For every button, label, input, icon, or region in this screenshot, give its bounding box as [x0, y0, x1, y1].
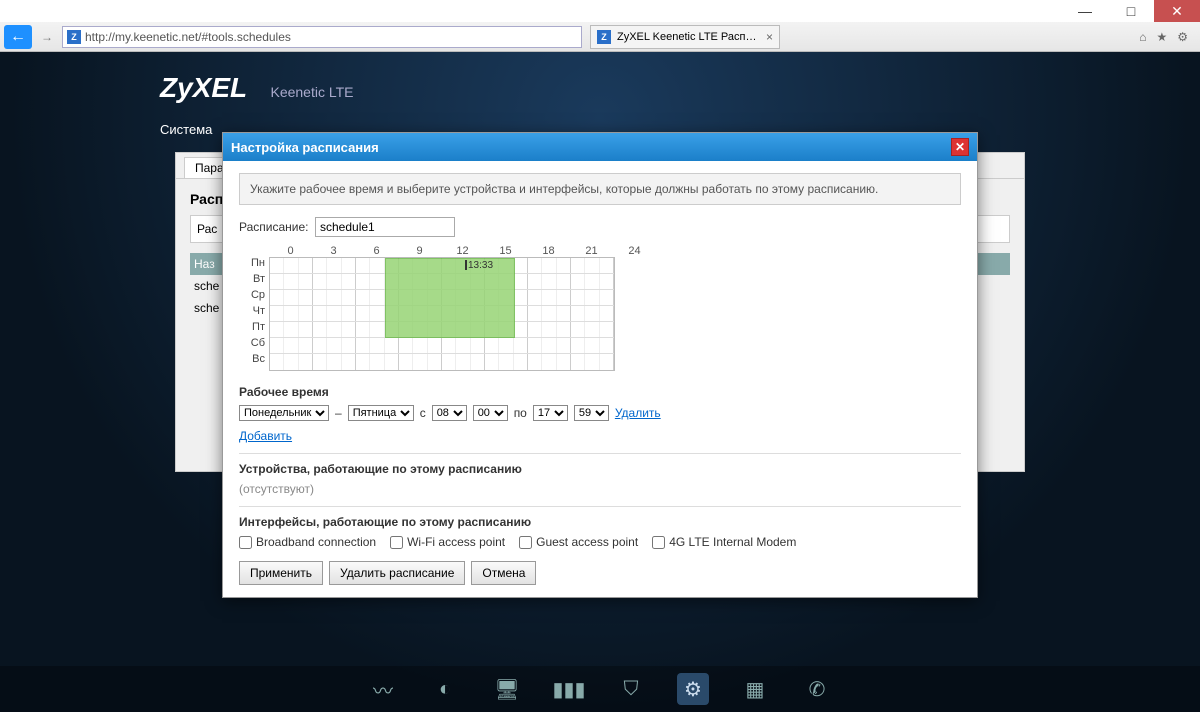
browser-tab[interactable]: Z ZyXEL Keenetic LTE Распис… ×: [590, 25, 780, 49]
model-label: Keenetic LTE: [270, 84, 353, 100]
worktime-heading: Рабочее время: [239, 385, 961, 399]
hour-from-select[interactable]: 08: [432, 405, 467, 421]
iface-wifi-checkbox[interactable]: Wi-Fi access point: [390, 535, 505, 549]
devices-heading: Устройства, работающие по этому расписан…: [239, 453, 961, 476]
schedule-name-label: Расписание:: [239, 220, 309, 234]
apply-button[interactable]: Применить: [239, 561, 323, 585]
signal-icon[interactable]: ▮▮▮: [553, 673, 585, 705]
url-input[interactable]: [85, 30, 577, 44]
tab-close-icon[interactable]: ×: [766, 30, 773, 44]
globe-icon[interactable]: ◐: [429, 673, 461, 705]
favorites-icon[interactable]: ★: [1156, 30, 1167, 44]
schedule-modal: Настройка расписания ✕ Укажите рабочее в…: [222, 132, 978, 598]
interfaces-heading: Интерфейсы, работающие по этому расписан…: [239, 506, 961, 529]
status-icon[interactable]: 〰: [367, 673, 399, 705]
window-maximize-button[interactable]: □: [1108, 0, 1154, 22]
tab-title: ZyXEL Keenetic LTE Распис…: [617, 31, 760, 43]
modal-title-text: Настройка расписания: [231, 140, 379, 155]
settings-icon[interactable]: ⚙: [1177, 30, 1188, 44]
window-close-button[interactable]: ✕: [1154, 0, 1200, 22]
window-titlebar: — □ ✕: [0, 0, 1200, 22]
forward-button[interactable]: →: [36, 26, 58, 48]
devices-none-text: (отсутствуют): [239, 482, 961, 496]
day-to-select[interactable]: Пятница: [348, 405, 414, 421]
delete-row-link[interactable]: Удалить: [615, 406, 661, 420]
favicon-icon: Z: [67, 30, 81, 44]
info-message: Укажите рабочее время и выберите устройс…: [239, 173, 961, 205]
phone-icon[interactable]: ✆: [801, 673, 833, 705]
delete-schedule-button[interactable]: Удалить расписание: [329, 561, 465, 585]
min-to-select[interactable]: 59: [574, 405, 609, 421]
brand-logo: ZyXEL: [160, 72, 247, 104]
home-icon[interactable]: ⌂: [1139, 30, 1146, 44]
selection-region[interactable]: [385, 258, 515, 338]
shield-icon[interactable]: ⛉: [615, 673, 647, 705]
modal-titlebar[interactable]: Настройка расписания ✕: [223, 133, 977, 161]
add-row-link[interactable]: Добавить: [239, 429, 292, 443]
day-from-select[interactable]: Понедельник: [239, 405, 329, 421]
schedule-name-input[interactable]: [315, 217, 455, 237]
favicon-icon: Z: [597, 30, 611, 44]
min-from-select[interactable]: 00: [473, 405, 508, 421]
browser-toolbar: ← → Z Z ZyXEL Keenetic LTE Распис… × ⌂ ★…: [0, 22, 1200, 52]
apps-icon[interactable]: ▦: [739, 673, 771, 705]
time-marker: 13:33: [468, 260, 493, 271]
iface-guest-checkbox[interactable]: Guest access point: [519, 535, 638, 549]
network-icon[interactable]: 🖥: [491, 673, 523, 705]
gear-icon[interactable]: ⚙: [677, 673, 709, 705]
back-button[interactable]: ←: [4, 25, 32, 49]
cancel-button[interactable]: Отмена: [471, 561, 536, 585]
iface-broadband-checkbox[interactable]: Broadband connection: [239, 535, 376, 549]
time-marker-line: [465, 260, 467, 270]
window-minimize-button[interactable]: —: [1062, 0, 1108, 22]
iface-4g-checkbox[interactable]: 4G LTE Internal Modem: [652, 535, 796, 549]
address-bar[interactable]: Z: [62, 26, 582, 48]
hour-to-select[interactable]: 17: [533, 405, 568, 421]
bottom-dock: 〰 ◐ 🖥 ▮▮▮ ⛉ ⚙ ▦ ✆: [0, 666, 1200, 712]
schedule-grid[interactable]: 03691215182124 ПнВтСрЧтПтСбВс 13:33: [239, 245, 961, 371]
modal-close-button[interactable]: ✕: [951, 138, 969, 156]
